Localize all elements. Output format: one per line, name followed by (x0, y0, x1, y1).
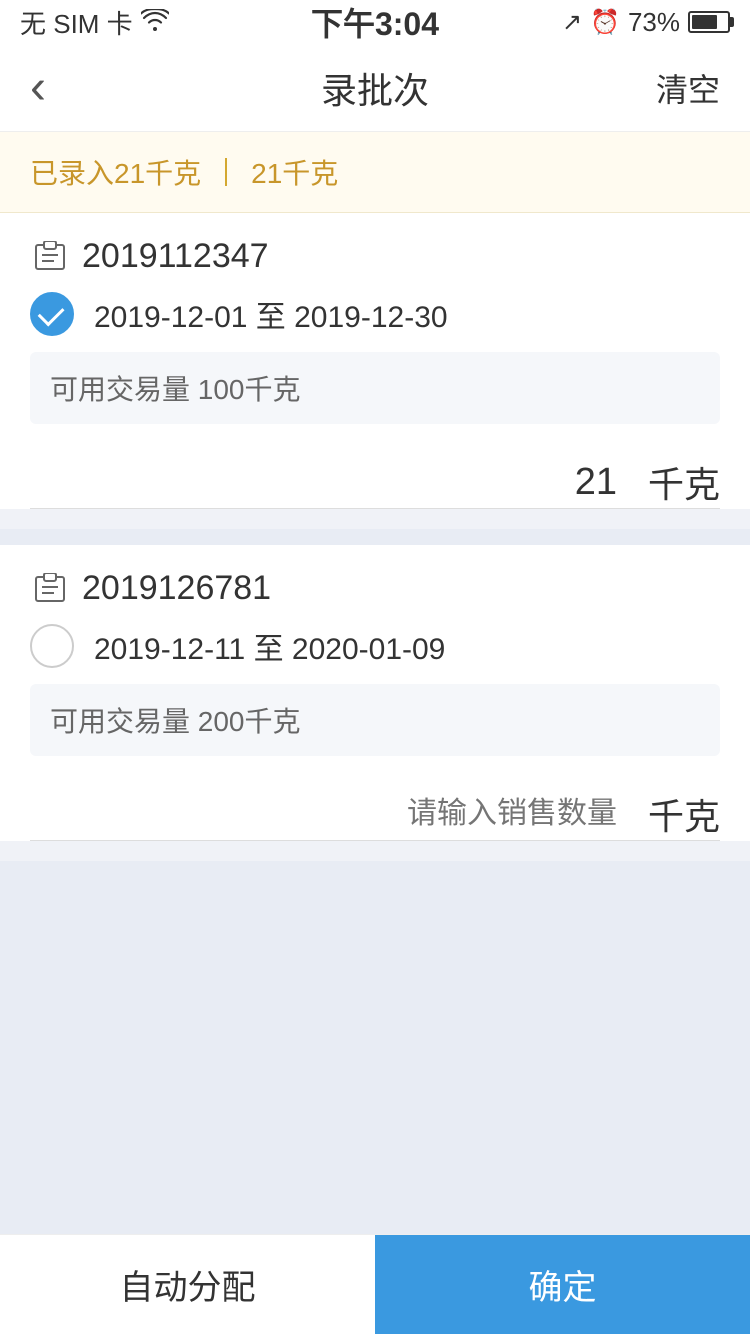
qty-input-row-1: 千克 (30, 440, 720, 508)
battery-icon (688, 11, 730, 33)
recorded-value: 21千克 (251, 152, 338, 192)
info-banner: 已录入21千克 21千克 (0, 132, 750, 213)
status-right: ↗ ⏰ 73% (562, 7, 730, 38)
batch-item-2: 2019126781 2019-12-11 至 2020-01-09 可用交易量… (0, 545, 750, 841)
section-divider (0, 529, 750, 545)
footer: 自动分配 确定 (0, 1234, 750, 1334)
radio-1[interactable] (30, 292, 74, 336)
status-bar: 无 SIM 卡 下午3:04 ↗ ⏰ 73% (0, 0, 750, 44)
clear-button[interactable]: 清空 (656, 65, 720, 111)
qty-unit-2: 千克 (648, 788, 720, 840)
page-title: 录批次 (321, 62, 429, 114)
batch-icon-1 (30, 239, 70, 275)
wifi-icon (141, 7, 169, 38)
batch-date-2: 2019-12-11 至 2020-01-09 (94, 624, 445, 668)
status-left: 无 SIM 卡 (20, 4, 169, 41)
batch-item-1: 2019112347 2019-12-01 至 2019-12-30 可用交易量… (0, 213, 750, 509)
batch-header-2: 2019126781 (30, 569, 720, 608)
status-time: 下午3:04 (311, 0, 439, 45)
bottom-area (0, 861, 750, 1281)
available-qty-2: 可用交易量 200千克 (30, 684, 720, 756)
batch-date-row-2[interactable]: 2019-12-11 至 2020-01-09 (30, 624, 720, 668)
batch-id-1: 2019112347 (82, 237, 269, 276)
radio-2[interactable] (30, 624, 74, 668)
nav-bar: ‹ 录批次 清空 (0, 44, 750, 132)
location-icon: ↗ (562, 8, 582, 37)
battery-percent: 73% (628, 7, 680, 38)
qty-input-row-2: 千克 (30, 772, 720, 840)
banner-divider (225, 158, 227, 186)
back-button[interactable]: ‹ (30, 60, 46, 115)
auto-distribute-button[interactable]: 自动分配 (0, 1235, 375, 1334)
batch-icon-2 (30, 571, 70, 607)
qty-divider-2 (30, 840, 720, 841)
qty-divider-1 (30, 508, 720, 509)
qty-input-2[interactable] (332, 797, 632, 831)
batch-id-2: 2019126781 (82, 569, 271, 608)
batch-date-1: 2019-12-01 至 2019-12-30 (94, 292, 448, 336)
carrier-label: 无 SIM 卡 (20, 4, 133, 41)
confirm-button[interactable]: 确定 (375, 1235, 750, 1334)
available-qty-1: 可用交易量 100千克 (30, 352, 720, 424)
alarm-icon: ⏰ (590, 8, 620, 37)
recorded-label: 已录入21千克 (30, 152, 201, 192)
qty-unit-1: 千克 (648, 456, 720, 508)
batch-date-row-1[interactable]: 2019-12-01 至 2019-12-30 (30, 292, 720, 336)
qty-input-1[interactable] (482, 461, 632, 504)
batch-header-1: 2019112347 (30, 237, 720, 276)
